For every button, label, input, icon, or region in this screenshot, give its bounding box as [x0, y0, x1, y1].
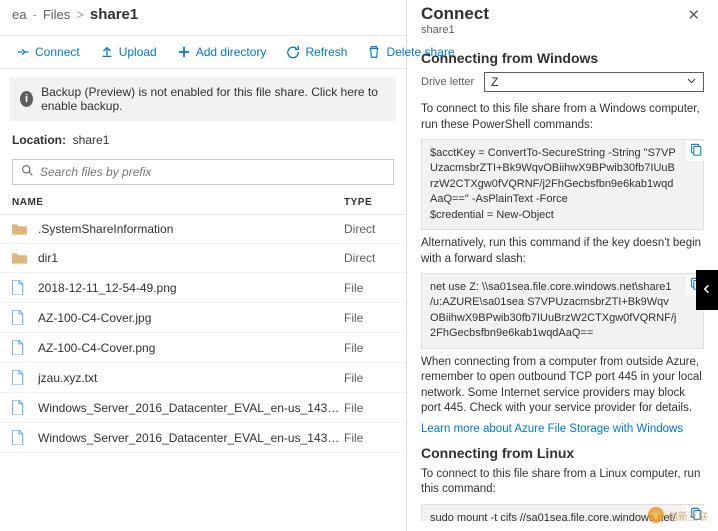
file-type: File: [344, 311, 394, 325]
learn-more-link[interactable]: Learn more about Azure File Storage with…: [421, 423, 704, 435]
file-type: File: [344, 431, 394, 445]
close-button[interactable]: ✕: [683, 4, 704, 26]
file-name: AZ-100-C4-Cover.png: [38, 341, 344, 355]
table-row[interactable]: AZ-100-C4-Cover.pngFile: [0, 333, 406, 363]
table-row[interactable]: dir1Direct: [0, 244, 406, 273]
netuse-command[interactable]: net use Z: \\sa01sea.file.core.windows.n…: [421, 273, 704, 349]
file-browser-pane: ea - Files > share1 Connect Upload: [0, 0, 407, 531]
table-row[interactable]: 2018-12-11_12-54-49.pngFile: [0, 273, 406, 303]
netuse-command-box: net use Z: \\sa01sea.file.core.windows.n…: [421, 273, 704, 349]
upload-button[interactable]: Upload: [92, 40, 165, 64]
drive-letter-value: Z: [491, 75, 498, 89]
file-name: dir1: [38, 251, 344, 265]
search-box[interactable]: [12, 159, 394, 185]
file-icon: [12, 400, 30, 415]
table-row[interactable]: jzau.xyz.txtFile: [0, 363, 406, 393]
panel-scroll[interactable]: Connecting from Windows Drive letter Z T…: [421, 40, 704, 521]
file-name: jzau.xyz.txt: [38, 371, 344, 385]
copy-icon: [689, 143, 703, 160]
folder-icon: [12, 223, 30, 235]
info-icon: i: [20, 91, 33, 107]
table-header: NAME TYPE: [0, 189, 406, 215]
chevron-down-icon: [686, 75, 697, 89]
file-name: AZ-100-C4-Cover.jpg: [38, 311, 344, 325]
table-row[interactable]: Windows_Server_2016_Datacenter_EVAL_en-u…: [0, 423, 406, 453]
linux-instruction: To connect to this file share from a Lin…: [421, 467, 704, 498]
location-label: Location:: [12, 133, 66, 147]
column-name[interactable]: NAME: [12, 197, 344, 208]
watermark-text: 创新互联: [668, 508, 708, 523]
search-input[interactable]: [40, 165, 385, 179]
search-icon: [21, 164, 34, 180]
powershell-command-box: $acctKey = ConvertTo-SecureString -Strin…: [421, 139, 704, 230]
file-name: Windows_Server_2016_Datacenter_EVAL_en-u…: [38, 431, 344, 445]
file-type: File: [344, 401, 394, 415]
breadcrumb: ea - Files > share1: [0, 0, 406, 29]
watermark: 创新互联: [648, 507, 708, 523]
location-row: Location: share1: [0, 129, 406, 151]
file-type: File: [344, 281, 394, 295]
upload-icon: [100, 45, 114, 59]
linux-heading: Connecting from Linux: [421, 445, 704, 461]
column-type[interactable]: TYPE: [344, 197, 394, 208]
toolbar: Connect Upload Add directory Refresh: [0, 35, 406, 69]
file-name: .SystemShareInformation: [38, 222, 344, 236]
app-root: ea - Files > share1 Connect Upload: [0, 0, 718, 531]
file-icon: [12, 340, 30, 355]
win-instruction-1: To connect to this file share from a Win…: [421, 102, 704, 133]
table-row[interactable]: AZ-100-C4-Cover.jpgFile: [0, 303, 406, 333]
drive-letter-select[interactable]: Z: [484, 72, 704, 92]
file-list: .SystemShareInformationDirectdir1Direct2…: [0, 215, 406, 453]
close-icon: ✕: [687, 7, 700, 24]
file-type: File: [344, 371, 394, 385]
backup-notification[interactable]: i Backup (Preview) is not enabled for th…: [10, 77, 396, 121]
breadcrumb-sep: -: [32, 7, 36, 22]
drive-letter-label: Drive letter: [421, 76, 476, 88]
powershell-command[interactable]: $acctKey = ConvertTo-SecureString -Strin…: [421, 139, 704, 230]
refresh-icon: [286, 45, 300, 59]
win-instruction-2: Alternatively, run this command if the k…: [421, 236, 704, 267]
table-row[interactable]: Windows_Server_2016_Datacenter_EVAL_en-u…: [0, 393, 406, 423]
notification-text: Backup (Preview) is not enabled for this…: [41, 85, 386, 113]
connect-icon: [16, 45, 30, 59]
breadcrumb-seg[interactable]: Files: [43, 7, 70, 22]
file-type: File: [344, 341, 394, 355]
file-icon: [12, 310, 30, 325]
breadcrumb-current: share1: [90, 6, 138, 23]
refresh-button[interactable]: Refresh: [278, 40, 355, 64]
file-type: Direct: [344, 222, 394, 236]
file-name: 2018-12-11_12-54-49.png: [38, 281, 344, 295]
file-type: Direct: [344, 251, 394, 265]
panel-header: Connect share1 ✕: [421, 4, 704, 40]
windows-heading: Connecting from Windows: [421, 50, 704, 66]
plus-icon: [177, 45, 191, 59]
connect-panel: Connect share1 ✕ Connecting from Windows…: [407, 0, 718, 531]
chevron-right-icon: >: [76, 7, 84, 22]
file-name: Windows_Server_2016_Datacenter_EVAL_en-u…: [38, 401, 344, 415]
panel-title: Connect: [421, 4, 489, 24]
file-icon: [12, 280, 30, 295]
folder-icon: [12, 252, 30, 264]
breadcrumb-seg[interactable]: ea: [12, 7, 26, 22]
side-tab[interactable]: [696, 270, 718, 310]
delete-icon: [367, 45, 381, 59]
drive-letter-field: Drive letter Z: [421, 72, 704, 92]
location-value: share1: [73, 133, 110, 147]
add-directory-button[interactable]: Add directory: [169, 40, 275, 64]
panel-subtitle: share1: [421, 24, 489, 36]
file-icon: [12, 430, 30, 445]
copy-button[interactable]: [686, 141, 704, 161]
table-row[interactable]: .SystemShareInformationDirect: [0, 215, 406, 244]
connect-button[interactable]: Connect: [8, 40, 88, 64]
chevron-left-icon: [701, 283, 713, 298]
watermark-icon: [648, 507, 664, 523]
file-icon: [12, 370, 30, 385]
win-note: When connecting from a computer from out…: [421, 355, 704, 417]
